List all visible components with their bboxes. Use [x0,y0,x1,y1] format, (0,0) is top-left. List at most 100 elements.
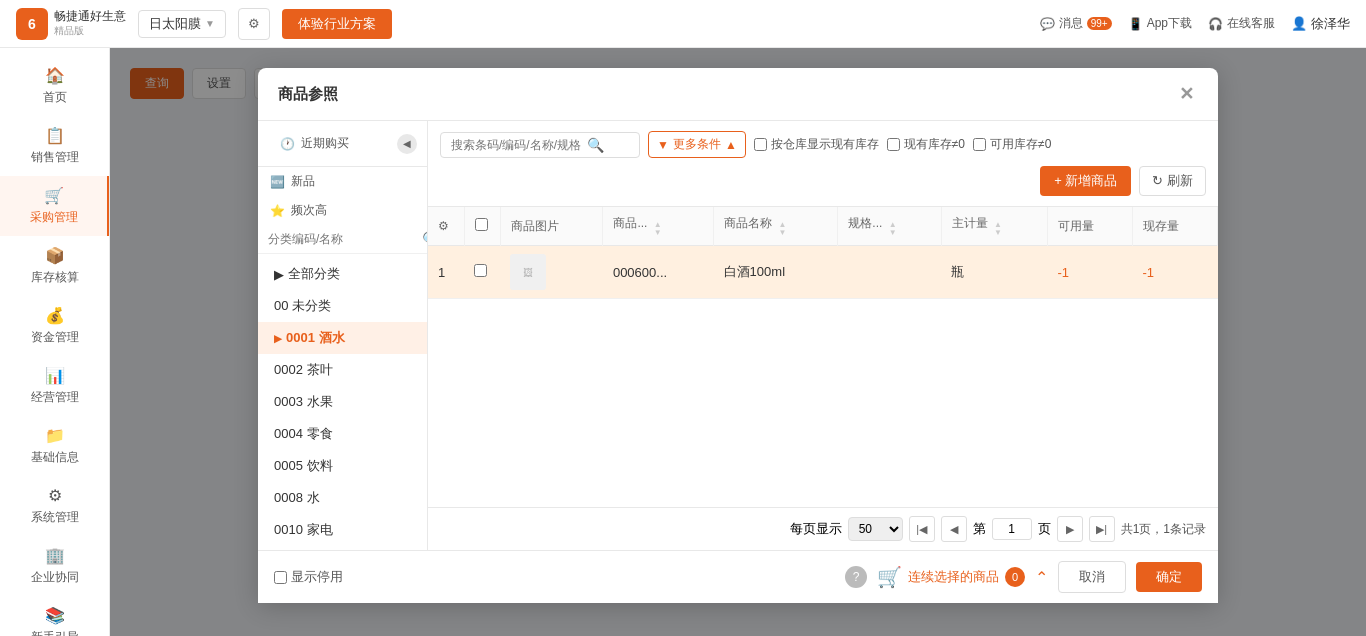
nav-right-area: 💬 消息 99+ 📱 App下载 🎧 在线客服 👤 徐泽华 [1040,15,1350,33]
new-product-filter[interactable]: 🆕 新品 [258,167,427,196]
sidebar-item-basic[interactable]: 📁 基础信息 [0,416,109,476]
available-stock-checkbox-group[interactable]: 可用库存≠0 [973,136,1051,153]
page-number-input[interactable] [992,518,1032,540]
select-all-checkbox[interactable] [475,218,488,231]
sidebar-item-purchase[interactable]: 🛒 采购管理 [0,176,109,236]
cart-area[interactable]: 🛒 连续选择的商品 0 [877,565,1025,589]
app-logo-icon: 6 [16,8,48,40]
first-page-button[interactable]: |◀ [909,516,935,542]
col-code-header[interactable]: 商品... ▲▼ [603,207,714,246]
code-sort-icon: ▲▼ [654,221,662,237]
message-nav-item[interactable]: 💬 消息 99+ [1040,15,1112,32]
mobile-icon: 📱 [1128,17,1143,31]
product-search-input[interactable] [451,138,581,152]
col-settings-header[interactable]: ⚙ [428,207,464,246]
app-download-nav-item[interactable]: 📱 App下载 [1128,15,1192,32]
recent-filter-icon: 🕐 [280,137,295,151]
headset-icon: 🎧 [1208,17,1223,31]
footer-collapse-icon[interactable]: ⌃ [1035,568,1048,587]
modal-close-button[interactable]: ✕ [1174,82,1198,106]
row-stock: -1 [1132,246,1217,299]
frequent-label: 频次高 [291,202,327,219]
filter-icon: ▼ [657,138,669,152]
pagination-bar: 每页显示 20 50 100 |◀ ◀ 第 页 ▶ [428,507,1218,550]
refresh-button[interactable]: ↻ 刷新 [1139,166,1206,196]
user-area[interactable]: 👤 徐泽华 [1291,15,1350,33]
table-header-row: ⚙ 商品图片 [428,207,1218,246]
sidebar-item-guide[interactable]: 📚 新手引导 [0,596,109,636]
settings-gear-button[interactable]: ⚙ [238,8,270,40]
trial-button[interactable]: 体验行业方案 [282,9,392,39]
product-search-icon[interactable]: 🔍 [587,137,604,153]
last-page-button[interactable]: ▶| [1089,516,1115,542]
row-spec [838,246,941,299]
category-item-0001[interactable]: ▶ 0001 酒水 [258,322,427,354]
sidebar-item-system[interactable]: ⚙ 系统管理 [0,476,109,536]
add-product-button[interactable]: + 新增商品 [1040,166,1131,196]
category-collapse-button[interactable]: ◀ [397,134,417,154]
show-disabled-checkbox[interactable] [274,571,287,584]
modal-header: 商品参照 ✕ [258,68,1218,121]
col-image-header: 商品图片 [500,207,603,246]
category-item-0004[interactable]: 0004 零食 [258,418,427,450]
page-size-select[interactable]: 20 50 100 [848,517,903,541]
cart-count-badge: 0 [1005,567,1025,587]
page-number-suffix: 页 [1038,520,1051,538]
recent-filter[interactable]: 🕐 近期购买 [268,129,361,158]
operation-icon: 📊 [45,366,65,385]
sidebar-item-inventory[interactable]: 📦 库存核算 [0,236,109,296]
frequent-filter[interactable]: ⭐ 频次高 [258,196,427,225]
cancel-button[interactable]: 取消 [1058,561,1126,593]
col-checkbox-header[interactable] [464,207,500,246]
current-stock-checkbox-group[interactable]: 现有库存≠0 [887,136,965,153]
prev-page-button[interactable]: ◀ [941,516,967,542]
row-available: -1 [1047,246,1132,299]
logo-text-area: 畅捷通好生意 精品版 [54,9,126,37]
warehouse-stock-checkbox-group[interactable]: 按仓库显示现有库存 [754,136,879,153]
category-search-input[interactable] [268,232,418,246]
category-item-0005[interactable]: 0005 饮料 [258,450,427,482]
show-disabled-label[interactable]: 显示停用 [274,568,343,586]
sidebar-item-finance[interactable]: 💰 资金管理 [0,296,109,356]
store-selector[interactable]: 日太阳膜 ▼ [138,10,226,38]
new-product-label: 新品 [291,173,315,190]
table-row[interactable]: 1 🖼 [428,246,1218,299]
category-item-0008[interactable]: 0008 水 [258,482,427,514]
sidebar-label-enterprise: 企业协同 [31,569,79,586]
row-code: 000600... [603,246,714,299]
app-name: 畅捷通好生意 [54,9,126,23]
sidebar-label-basic: 基础信息 [31,449,79,466]
category-item-0003[interactable]: 0003 水果 [258,386,427,418]
available-stock-checkbox[interactable] [973,138,986,151]
show-disabled-text: 显示停用 [291,568,343,586]
warehouse-stock-checkbox[interactable] [754,138,767,151]
row-select-checkbox[interactable] [474,264,487,277]
column-settings-icon[interactable]: ⚙ [438,219,449,233]
row-checkbox[interactable] [464,246,500,299]
current-stock-checkbox[interactable] [887,138,900,151]
toolbar-right-actions: + 新增商品 ↻ 刷新 [1040,166,1206,196]
help-icon-button[interactable]: ? [845,566,867,588]
sidebar-item-sales[interactable]: 📋 销售管理 [0,116,109,176]
row-image: 🖼 [500,246,603,299]
category-item-0002[interactable]: 0002 茶叶 [258,354,427,386]
sidebar-label-finance: 资金管理 [31,329,79,346]
product-reference-modal: 商品参照 ✕ 🕐 近期购买 ◀ [258,68,1218,603]
category-sidebar: 🕐 近期购买 ◀ 🆕 新品 ⭐ 频次高 [258,121,428,550]
col-unit-header[interactable]: 主计量 ▲▼ [941,207,1047,246]
sidebar-item-operation[interactable]: 📊 经营管理 [0,356,109,416]
confirm-button[interactable]: 确定 [1136,562,1202,592]
col-name-header[interactable]: 商品名称 ▲▼ [714,207,838,246]
modal-overlay: 商品参照 ✕ 🕐 近期购买 ◀ [110,48,1366,636]
col-spec-header[interactable]: 规格... ▲▼ [838,207,941,246]
more-filter-button[interactable]: ▼ 更多条件 ▲ [648,131,746,158]
cat-0008-label: 0008 水 [274,489,320,507]
online-service-nav-item[interactable]: 🎧 在线客服 [1208,15,1275,32]
next-page-button[interactable]: ▶ [1057,516,1083,542]
category-item-0010[interactable]: 0010 家电 [258,514,427,546]
sidebar-item-enterprise[interactable]: 🏢 企业协同 [0,536,109,596]
category-item-00[interactable]: 00 未分类 [258,290,427,322]
system-icon: ⚙ [48,486,62,505]
category-item-all[interactable]: ▶ 全部分类 [258,258,427,290]
sidebar-item-home[interactable]: 🏠 首页 [0,56,109,116]
